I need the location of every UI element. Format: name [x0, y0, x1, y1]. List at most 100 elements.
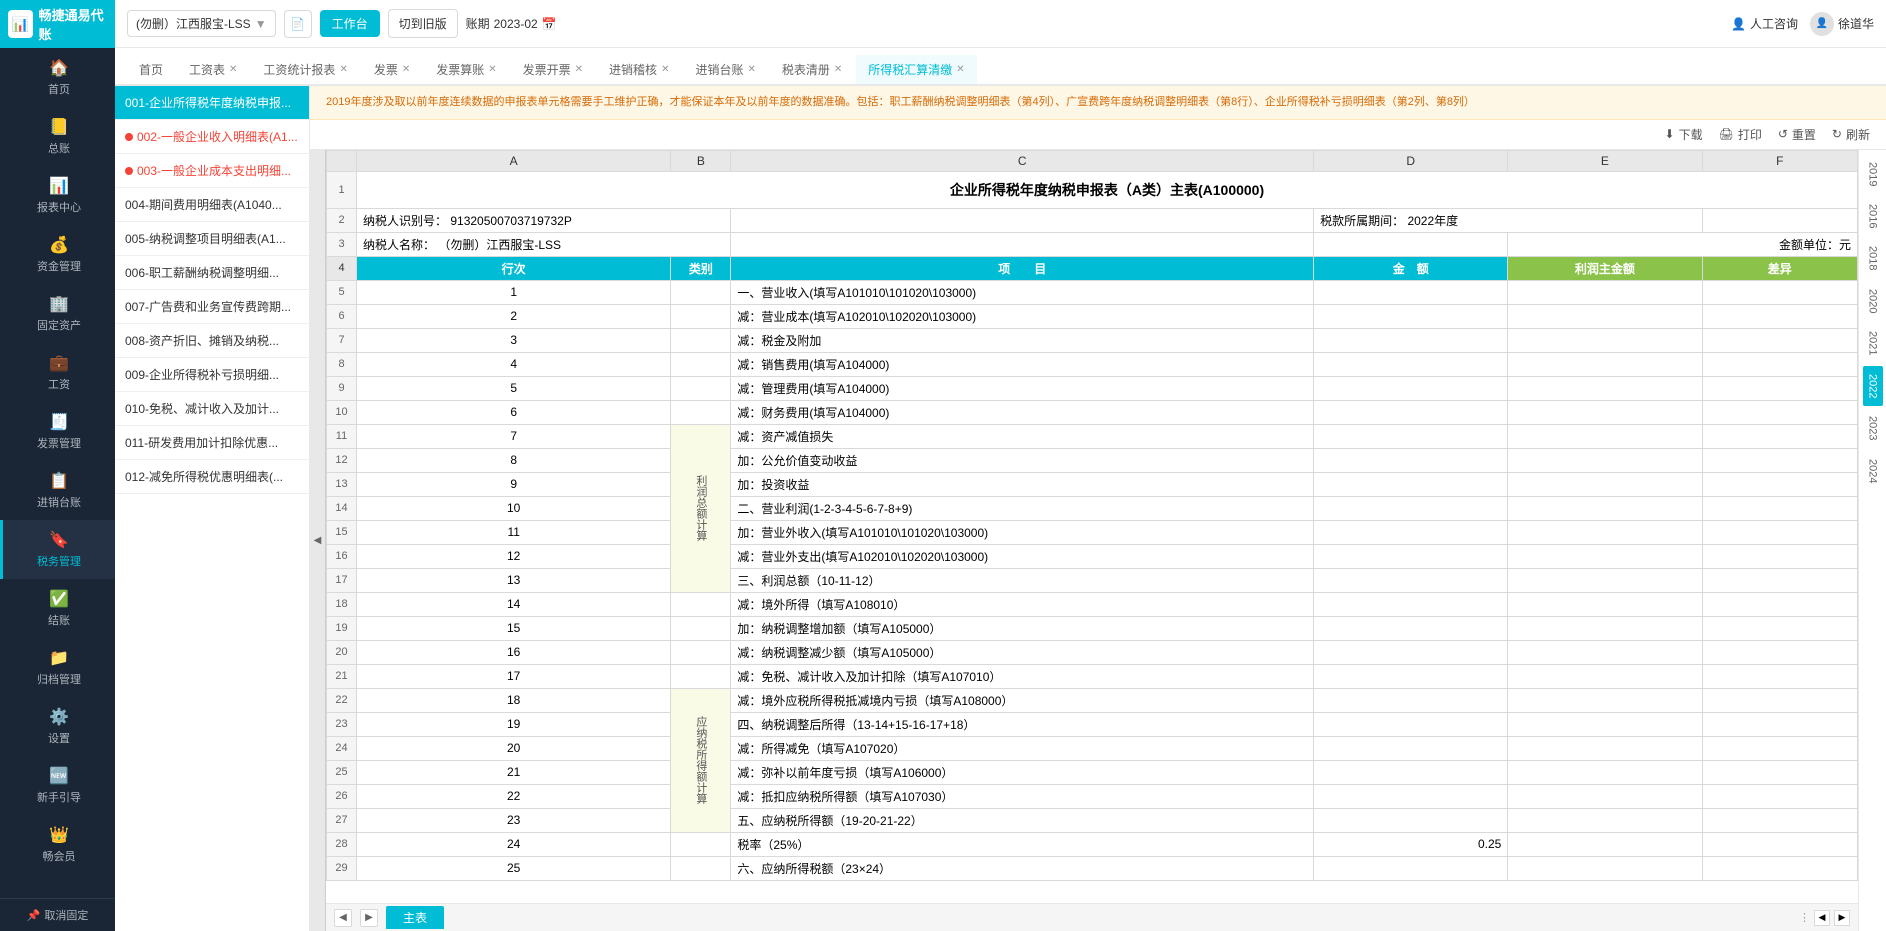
diff-1[interactable] — [1702, 280, 1857, 304]
item-14[interactable]: 减：境外所得（填写A108010） — [731, 592, 1314, 616]
seq-12[interactable]: 12 — [357, 544, 671, 568]
sidebar-item-payroll[interactable]: 💼 工资 — [0, 343, 115, 402]
seq-16[interactable]: 16 — [357, 640, 671, 664]
tab-invoice-open[interactable]: 发票开票 ✕ — [511, 55, 595, 86]
customer-service-button[interactable]: 👤 人工咨询 — [1731, 15, 1798, 32]
year-2023[interactable]: 2023 — [1863, 408, 1883, 448]
left-panel-item-006[interactable]: 006-职工薪酬纳税调整明细... — [115, 256, 309, 290]
item-2[interactable]: 减：营业成本(填写A102010\102020\103000) — [731, 304, 1314, 328]
tab-payroll[interactable]: 工资表 ✕ — [177, 55, 249, 86]
seq-24[interactable]: 24 — [357, 832, 671, 856]
seq-22[interactable]: 22 — [357, 784, 671, 808]
sheet-tab-main[interactable]: 主表 — [386, 906, 444, 929]
panel-collapse-button[interactable]: ◀ — [310, 150, 326, 931]
tab-sales-ledger[interactable]: 进销台账 ✕ — [683, 55, 767, 86]
work-station-button[interactable]: 工作台 — [320, 10, 380, 37]
year-2019[interactable]: 2019 — [1863, 154, 1883, 194]
sidebar-item-tax[interactable]: 🔖 税务管理 — [0, 520, 115, 579]
seq-15[interactable]: 15 — [357, 616, 671, 640]
item-10[interactable]: 二、营业利润(1-2-3-4-5-6-7-8+9) — [731, 496, 1314, 520]
seq-23[interactable]: 23 — [357, 808, 671, 832]
tab-invoice-close[interactable]: ✕ — [402, 64, 410, 75]
item-4[interactable]: 减：销售费用(填写A104000) — [731, 352, 1314, 376]
seq-8[interactable]: 8 — [357, 448, 671, 472]
tab-tax-clear-close[interactable]: ✕ — [834, 64, 842, 75]
item-19[interactable]: 四、纳税调整后所得（13-14+15-16-17+18） — [731, 712, 1314, 736]
seq-20[interactable]: 20 — [357, 736, 671, 760]
item-15[interactable]: 加：纳税调整增加额（填写A105000） — [731, 616, 1314, 640]
tab-sales-check[interactable]: 进销稽核 ✕ — [597, 55, 681, 86]
print-button[interactable]: 🖨 打印 — [1719, 126, 1762, 143]
year-2016[interactable]: 2016 — [1863, 196, 1883, 236]
item-18[interactable]: 减：境外应税所得税抵减境内亏损（填写A108000） — [731, 688, 1314, 712]
tab-payroll-stat-close[interactable]: ✕ — [339, 64, 347, 75]
item-8[interactable]: 加：公允价值变动收益 — [731, 448, 1314, 472]
sidebar-item-settle[interactable]: ✅ 结账 — [0, 579, 115, 638]
year-2022[interactable]: 2022 — [1863, 366, 1883, 406]
left-panel-item-008[interactable]: 008-资产折旧、摊销及纳税... — [115, 324, 309, 358]
left-panel-item-010[interactable]: 010-免税、减计收入及加计... — [115, 392, 309, 426]
sidebar-item-home[interactable]: 🏠 首页 — [0, 48, 115, 107]
left-panel-item-003[interactable]: 003-一般企业成本支出明细... — [115, 154, 309, 188]
tab-sales-check-close[interactable]: ✕ — [661, 64, 669, 75]
tab-invoice-calc-close[interactable]: ✕ — [488, 64, 496, 75]
sidebar-item-archive[interactable]: 📁 归档管理 — [0, 638, 115, 697]
sidebar-item-fund[interactable]: 💰 资金管理 — [0, 225, 115, 284]
seq-1[interactable]: 1 — [357, 280, 671, 304]
seq-18[interactable]: 18 — [357, 688, 671, 712]
item-3[interactable]: 减：税金及附加 — [731, 328, 1314, 352]
sheet-content[interactable]: A B C D E F — [326, 150, 1858, 904]
left-panel-item-001[interactable]: 001-企业所得税年度纳税申报... — [115, 86, 309, 120]
refresh-button[interactable]: ↻ 刷新 — [1832, 126, 1870, 143]
seq-19[interactable]: 19 — [357, 712, 671, 736]
sidebar-item-report[interactable]: 📊 报表中心 — [0, 166, 115, 225]
item-16[interactable]: 减：纳税调整减少额（填写A105000） — [731, 640, 1314, 664]
seq-2[interactable]: 2 — [357, 304, 671, 328]
switch-old-button[interactable]: 切到旧版 — [388, 9, 458, 38]
year-2021[interactable]: 2021 — [1863, 323, 1883, 363]
seq-17[interactable]: 17 — [357, 664, 671, 688]
seq-4[interactable]: 4 — [357, 352, 671, 376]
sidebar-item-invoice[interactable]: 🧾 发票管理 — [0, 402, 115, 461]
item-13[interactable]: 三、利润总额（10-11-12） — [731, 568, 1314, 592]
seq-3[interactable]: 3 — [357, 328, 671, 352]
hscroll-right[interactable]: ▶ — [1834, 910, 1850, 926]
document-button[interactable]: 📄 — [284, 10, 312, 38]
item-22[interactable]: 减：抵扣应纳税所得额（填写A107030） — [731, 784, 1314, 808]
tab-sales-ledger-close[interactable]: ✕ — [747, 64, 755, 75]
seq-6[interactable]: 6 — [357, 400, 671, 424]
seq-7[interactable]: 7 — [357, 424, 671, 448]
left-panel-item-009[interactable]: 009-企业所得税补亏损明细... — [115, 358, 309, 392]
left-panel-item-012[interactable]: 012-减免所得税优惠明细表(... — [115, 460, 309, 494]
sidebar-item-member[interactable]: 👑 畅会员 — [0, 815, 115, 874]
amount-24[interactable]: 0.25 — [1314, 832, 1508, 856]
tab-invoice-calc[interactable]: 发票算账 ✕ — [424, 55, 508, 86]
seq-10[interactable]: 10 — [357, 496, 671, 520]
seq-25[interactable]: 25 — [357, 856, 671, 880]
tab-invoice[interactable]: 发票 ✕ — [362, 55, 422, 86]
sidebar-item-sales[interactable]: 📋 进销台账 — [0, 461, 115, 520]
item-23[interactable]: 五、应纳税所得额（19-20-21-22） — [731, 808, 1314, 832]
profit-1[interactable] — [1508, 280, 1702, 304]
item-9[interactable]: 加：投资收益 — [731, 472, 1314, 496]
user-info-button[interactable]: 👤 徐道华 — [1810, 12, 1874, 36]
item-6[interactable]: 减：财务费用(填写A104000) — [731, 400, 1314, 424]
tab-home[interactable]: 首页 — [127, 55, 175, 86]
seq-9[interactable]: 9 — [357, 472, 671, 496]
left-panel-item-007[interactable]: 007-广告费和业务宣传费跨期... — [115, 290, 309, 324]
item-25[interactable]: 六、应纳所得税额（23×24） — [731, 856, 1314, 880]
sidebar-item-asset[interactable]: 🏢 固定资产 — [0, 284, 115, 343]
hscroll-left[interactable]: ◀ — [1814, 910, 1830, 926]
item-24[interactable]: 税率（25%） — [731, 832, 1314, 856]
sheet-nav-prev[interactable]: ◀ — [334, 909, 352, 927]
company-selector[interactable]: (勿删）江西服宝-LSS ▼ — [127, 10, 276, 37]
item-12[interactable]: 减：营业外支出(填写A102010\102020\103000) — [731, 544, 1314, 568]
sidebar-item-settings[interactable]: ⚙️ 设置 — [0, 697, 115, 756]
left-panel-item-011[interactable]: 011-研发费用加计扣除优惠... — [115, 426, 309, 460]
item-5[interactable]: 减：管理费用(填写A104000) — [731, 376, 1314, 400]
download-button[interactable]: ⬇ 下载 — [1665, 126, 1703, 143]
sidebar-item-ledger[interactable]: 📒 总账 — [0, 107, 115, 166]
tab-invoice-open-close[interactable]: ✕ — [575, 64, 583, 75]
tab-tax-clear[interactable]: 税表清册 ✕ — [770, 55, 854, 86]
item-21[interactable]: 减：弥补以前年度亏损（填写A106000） — [731, 760, 1314, 784]
